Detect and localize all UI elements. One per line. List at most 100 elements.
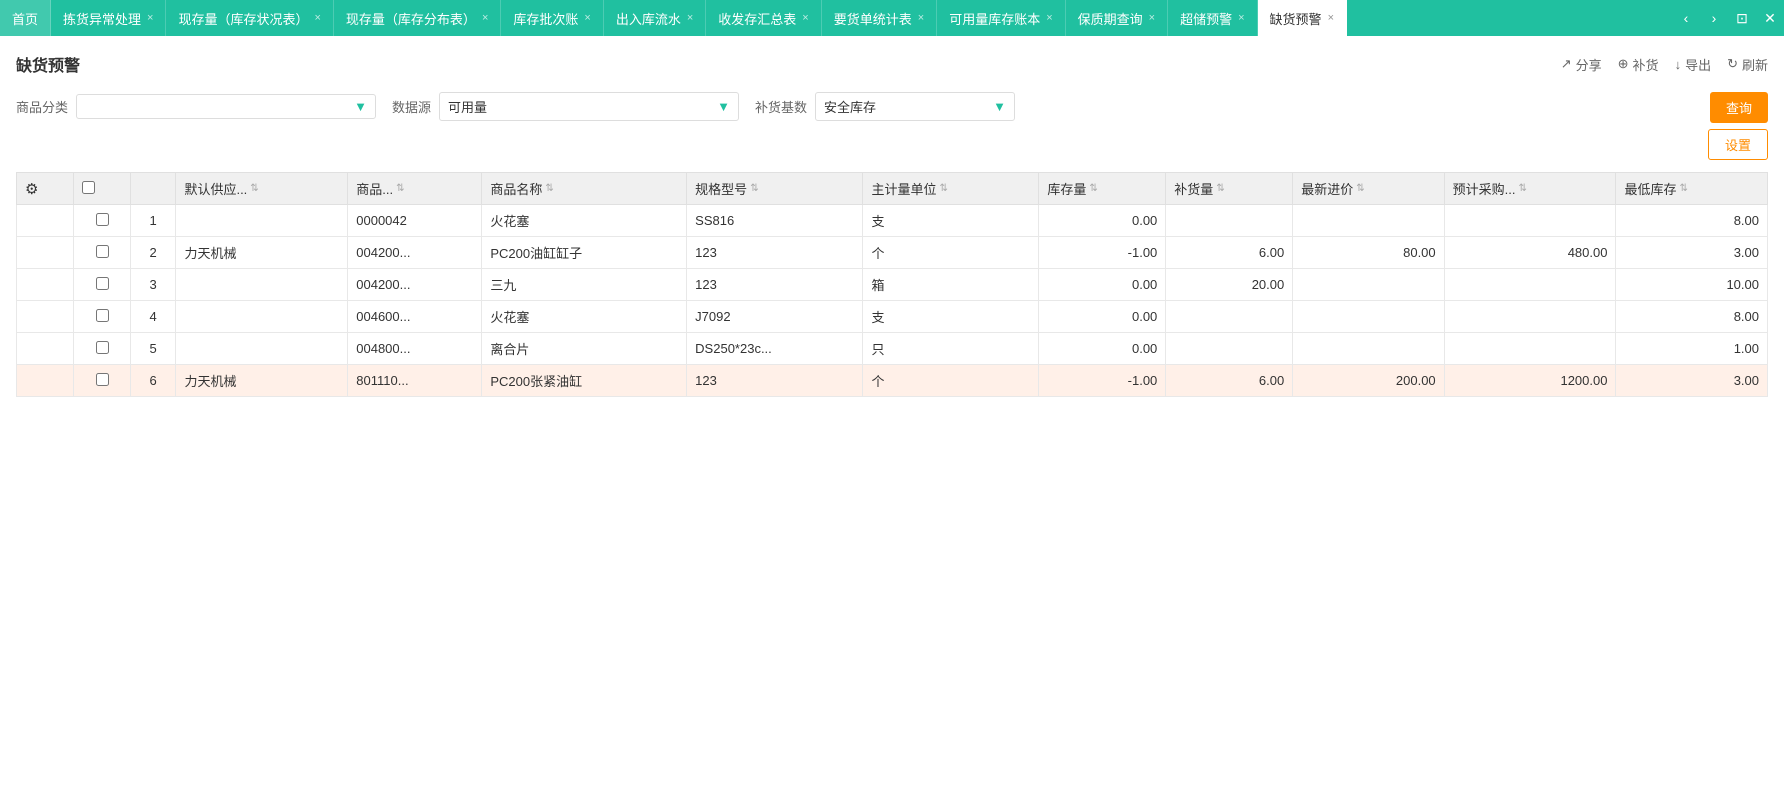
cell-checkbox[interactable] — [74, 237, 130, 269]
cell-unit: 支 — [863, 301, 1039, 333]
cell-product_code: 0000042 — [348, 205, 482, 237]
sort-stock_qty[interactable]: 库存量⇅ — [1047, 179, 1097, 198]
col-header-product_code[interactable]: 商品...⇅ — [348, 173, 482, 205]
tab-close-exception[interactable]: × — [147, 12, 153, 24]
row-checkbox[interactable] — [96, 309, 109, 322]
replenish-base-value: 安全库存 — [824, 97, 876, 116]
tab-close-receive-summary[interactable]: × — [802, 12, 808, 24]
col-header-spec[interactable]: 规格型号⇅ — [687, 173, 863, 205]
col-header-latest_price[interactable]: 最新进价⇅ — [1293, 173, 1444, 205]
row-checkbox[interactable] — [96, 213, 109, 226]
tab-close-stock-status[interactable]: × — [314, 12, 320, 24]
tab-close-shortage-warning[interactable]: × — [1328, 12, 1334, 24]
tab-exception[interactable]: 拣货异常处理× — [51, 0, 166, 36]
sort-spec[interactable]: 规格型号⇅ — [695, 179, 758, 198]
tab-available-ledger[interactable]: 可用量库存账本 × — [937, 0, 1065, 36]
cell-est_purchase — [1444, 269, 1616, 301]
tab-next-btn[interactable]: › — [1700, 0, 1728, 36]
tab-overstock-warning[interactable]: 超储预警× — [1168, 0, 1257, 36]
sort-replenish_qty[interactable]: 补货量⇅ — [1174, 179, 1224, 198]
cell-checkbox[interactable] — [74, 333, 130, 365]
sort-product_name[interactable]: 商品名称⇅ — [490, 179, 553, 198]
table-row: 4004600...火花塞J7092支0.008.00 — [17, 301, 1768, 333]
cell-num: 3 — [130, 269, 176, 301]
cell-checkbox[interactable] — [74, 301, 130, 333]
tab-close-expiry-query[interactable]: × — [1149, 12, 1155, 24]
cell-num: 2 — [130, 237, 176, 269]
select-all-checkbox[interactable] — [82, 181, 95, 194]
tab-stock-status[interactable]: 现存量（库存状况表） × — [166, 0, 333, 36]
tab-close-batch-account[interactable]: × — [584, 12, 590, 24]
cell-settings — [17, 205, 74, 237]
export-btn[interactable]: ↓ 导出 — [1675, 55, 1712, 74]
tab-close-order-stat[interactable]: × — [918, 12, 924, 24]
cell-checkbox[interactable] — [74, 365, 130, 397]
tab-prev-btn[interactable]: ‹ — [1672, 0, 1700, 36]
tab-batch-account[interactable]: 库存批次账× — [501, 0, 603, 36]
table-row: 10000042火花塞SS816支0.008.00 — [17, 205, 1768, 237]
col-header-min_stock[interactable]: 最低库存⇅ — [1616, 173, 1768, 205]
cell-product_name: 离合片 — [482, 333, 687, 365]
sort-min_stock[interactable]: 最低库存⇅ — [1624, 179, 1687, 198]
datasource-filter: 数据源 可用量 ▼ — [392, 92, 739, 121]
tab-inout-flow[interactable]: 出入库流水× — [604, 0, 706, 36]
replenish-btn[interactable]: ⊕ 补货 — [1618, 55, 1659, 74]
datasource-select[interactable]: 可用量 ▼ — [439, 92, 739, 121]
export-icon: ↓ — [1675, 57, 1682, 72]
cell-spec: DS250*23c... — [687, 333, 863, 365]
tab-close-overstock-warning[interactable]: × — [1238, 12, 1244, 24]
cell-default_supplier — [176, 301, 348, 333]
tab-label-stock-status: 现存量（库存状况表） — [178, 9, 308, 28]
cell-product_name: PC200张紧油缸 — [482, 365, 687, 397]
tab-shortage-warning[interactable]: 缺货预警× — [1258, 0, 1347, 36]
setting-button[interactable]: 设置 — [1708, 129, 1768, 160]
col-header-replenish_qty[interactable]: 补货量⇅ — [1166, 173, 1293, 205]
row-checkbox[interactable] — [96, 373, 109, 386]
tab-close-btn[interactable]: ✕ — [1756, 0, 1784, 36]
cell-num: 5 — [130, 333, 176, 365]
col-header-unit[interactable]: 主计量单位⇅ — [863, 173, 1039, 205]
datasource-arrow: ▼ — [717, 99, 730, 114]
share-btn[interactable]: ↗ 分享 — [1561, 55, 1602, 74]
tab-home[interactable]: 首页 — [0, 0, 51, 36]
share-icon: ↗ — [1561, 56, 1572, 72]
col-header-stock_qty[interactable]: 库存量⇅ — [1039, 173, 1166, 205]
row-checkbox[interactable] — [96, 277, 109, 290]
filter-groups: 商品分类 ▼ 数据源 可用量 ▼ 补货基数 安全库存 ▼ — [16, 92, 1708, 121]
tab-close-stock-dist[interactable]: × — [482, 12, 488, 24]
tab-close-available-ledger[interactable]: × — [1046, 12, 1052, 24]
replenish-base-select[interactable]: 安全库存 ▼ — [815, 92, 1015, 121]
cell-min_stock: 8.00 — [1616, 301, 1768, 333]
row-checkbox[interactable] — [96, 245, 109, 258]
category-filter: 商品分类 ▼ — [16, 94, 376, 119]
sort-product_code[interactable]: 商品...⇅ — [356, 179, 404, 198]
cell-spec: J7092 — [687, 301, 863, 333]
cell-checkbox[interactable] — [74, 269, 130, 301]
refresh-btn[interactable]: ↻ 刷新 — [1727, 55, 1768, 74]
tab-label-expiry-query: 保质期查询 — [1078, 9, 1143, 28]
tab-receive-summary[interactable]: 收发存汇总表× — [706, 0, 821, 36]
col-header-default_supplier[interactable]: 默认供应...⇅ — [176, 173, 348, 205]
settings-gear-icon[interactable]: ⚙ — [25, 181, 38, 198]
page-header: 缺货预警 ↗ 分享 ⊕ 补货 ↓ 导出 ↻ 刷新 — [16, 52, 1768, 76]
cell-est_purchase — [1444, 333, 1616, 365]
sort-default_supplier[interactable]: 默认供应...⇅ — [184, 179, 258, 198]
tab-expiry-query[interactable]: 保质期查询 × — [1066, 0, 1168, 36]
cell-checkbox[interactable] — [74, 205, 130, 237]
tab-label-available-ledger: 可用量库存账本 — [949, 9, 1040, 28]
tab-close-inout-flow[interactable]: × — [687, 12, 693, 24]
query-button[interactable]: 查询 — [1710, 92, 1768, 123]
tab-order-stat[interactable]: 要货单统计表× — [822, 0, 937, 36]
cell-default_supplier: 力天机械 — [176, 365, 348, 397]
sort-latest_price[interactable]: 最新进价⇅ — [1301, 179, 1364, 198]
tab-stock-dist[interactable]: 现存量（库存分布表） × — [334, 0, 501, 36]
category-select[interactable]: ▼ — [76, 94, 376, 119]
row-checkbox[interactable] — [96, 341, 109, 354]
col-header-product_name[interactable]: 商品名称⇅ — [482, 173, 687, 205]
tab-restore-btn[interactable]: ⊡ — [1728, 0, 1756, 36]
cell-latest_price: 80.00 — [1293, 237, 1444, 269]
col-header-est_purchase[interactable]: 预计采购...⇅ — [1444, 173, 1616, 205]
tab-label-stock-dist: 现存量（库存分布表） — [346, 9, 476, 28]
sort-unit[interactable]: 主计量单位⇅ — [871, 179, 947, 198]
sort-est_purchase[interactable]: 预计采购...⇅ — [1453, 179, 1527, 198]
